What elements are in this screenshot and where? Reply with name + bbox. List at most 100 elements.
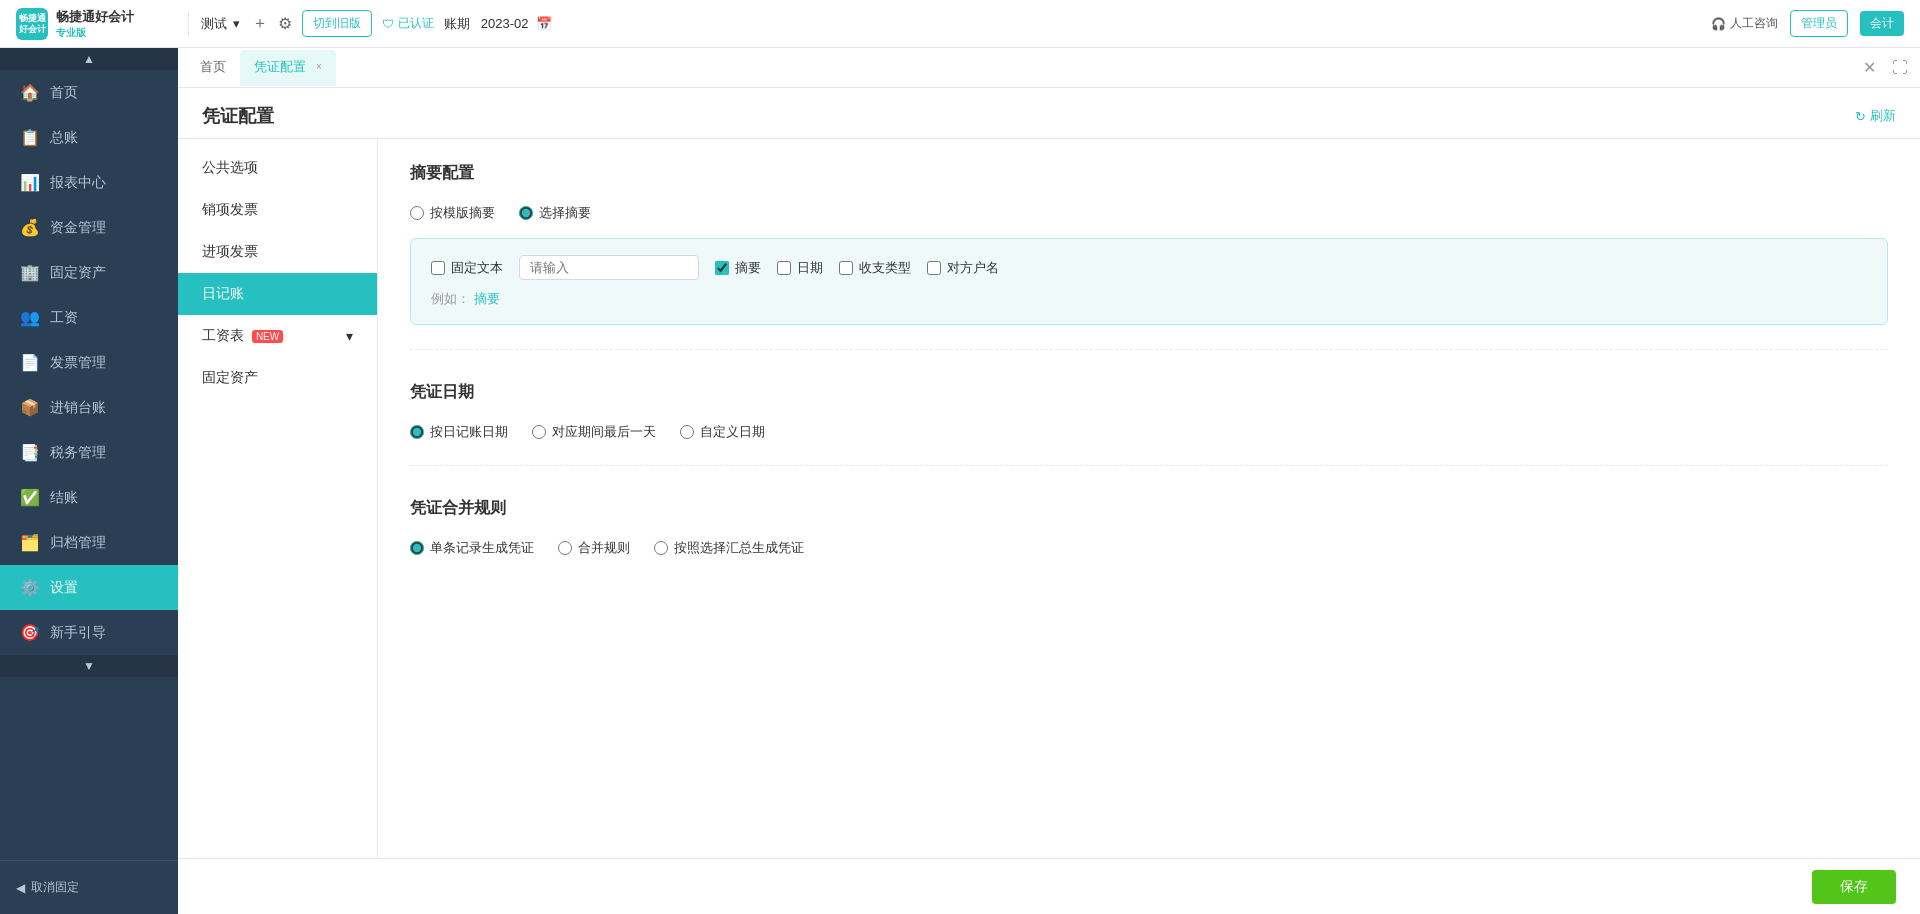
sidebar-item-payroll[interactable]: 👥 工资: [0, 295, 178, 340]
main-layout: ▲ 🏠 首页 📋 总账 📊 报表中心 💰 资金管理 🏢 固定资产 👥 工资 📄 …: [0, 48, 1920, 914]
project-name: 测试: [201, 15, 227, 33]
sidebar-item-newbie-guide[interactable]: 🎯 新手引导: [0, 610, 178, 655]
fixed-text-input[interactable]: [519, 255, 699, 280]
inner-layout: 公共选项 销项发票 进项发票 日记账 工资表: [178, 139, 1920, 858]
summary-checkbox-label[interactable]: 摘要: [715, 259, 761, 277]
sidebar-item-label: 报表中心: [50, 174, 106, 192]
switch-old-btn[interactable]: 切到旧版: [302, 10, 372, 37]
merge-rules-radio-group: 单条记录生成凭证 合并规则 按照选择汇总生成凭证: [410, 539, 1888, 557]
settlement-icon: ✅: [20, 488, 40, 507]
summary-config-title: 摘要配置: [410, 163, 1888, 184]
add-icon[interactable]: ＋: [252, 13, 268, 34]
tab-bar-right: ✕ ⛶: [1859, 54, 1912, 81]
unpin-btn[interactable]: ◀ 取消固定: [0, 869, 178, 906]
close-window-btn[interactable]: ✕: [1859, 54, 1880, 81]
payroll-table-row: 工资表 NEW ▾: [202, 327, 353, 345]
consult-btn[interactable]: 🎧 人工咨询: [1711, 15, 1778, 32]
summary-select-radio[interactable]: [519, 206, 533, 220]
sidebar-item-sales-purchase[interactable]: 📦 进销台账: [0, 385, 178, 430]
right-content: 摘要配置 按模版摘要 选择摘要: [378, 139, 1920, 858]
page-title: 凭证配置: [202, 104, 274, 128]
journal-date-radio[interactable]: [410, 425, 424, 439]
left-nav-purchase-invoice[interactable]: 进项发票: [178, 231, 377, 273]
left-nav-journal[interactable]: 日记账: [178, 273, 377, 315]
sidebar-bottom: ◀ 取消固定: [0, 860, 178, 914]
journal-date-radio-label[interactable]: 按日记账日期: [410, 423, 508, 441]
left-nav-public[interactable]: 公共选项: [178, 147, 377, 189]
sidebar-scroll-down[interactable]: ▼: [0, 655, 178, 677]
voucher-date-radio-group: 按日记账日期 对应期间最后一天 自定义日期: [410, 423, 1888, 441]
home-icon: 🏠: [20, 83, 40, 102]
admin-btn[interactable]: 管理员: [1790, 10, 1848, 37]
left-nav-payroll-table[interactable]: 工资表 NEW ▾: [178, 315, 377, 357]
example-value: 摘要: [474, 291, 500, 306]
voucher-date-title: 凭证日期: [410, 382, 1888, 403]
sidebar-scroll-up[interactable]: ▲: [0, 48, 178, 70]
sidebar-item-label: 发票管理: [50, 354, 106, 372]
sidebar-item-fixed-assets[interactable]: 🏢 固定资产: [0, 250, 178, 295]
new-badge: NEW: [252, 330, 283, 343]
sales-purchase-icon: 📦: [20, 398, 40, 417]
fixed-text-checkbox[interactable]: [431, 261, 445, 275]
date-checkbox[interactable]: [777, 261, 791, 275]
save-btn[interactable]: 保存: [1812, 870, 1896, 904]
maximize-btn[interactable]: ⛶: [1888, 55, 1912, 81]
merge-radio[interactable]: [558, 541, 572, 555]
left-nav-sales-invoice[interactable]: 销项发票: [178, 189, 377, 231]
sidebar-item-label: 结账: [50, 489, 78, 507]
topbar: 畅捷通好会计 畅捷通好会计 专业版 测试 ▾ ＋ ⚙ 切到旧版 🛡 已认证 账期…: [0, 0, 1920, 48]
single-radio[interactable]: [410, 541, 424, 555]
payment-type-checkbox-label[interactable]: 收支类型: [839, 259, 911, 277]
voucher-date-section: 凭证日期 按日记账日期 对应期间最后一天: [410, 382, 1888, 466]
counterparty-checkbox-label[interactable]: 对方户名: [927, 259, 999, 277]
sidebar-item-reports[interactable]: 📊 报表中心: [0, 160, 178, 205]
sidebar-item-settings[interactable]: ⚙️ 设置: [0, 565, 178, 610]
custom-date-radio-label[interactable]: 自定义日期: [680, 423, 765, 441]
settings-icon[interactable]: ⚙: [278, 14, 292, 33]
select-summary-radio[interactable]: [654, 541, 668, 555]
select-summary-radio-label[interactable]: 按照选择汇总生成凭证: [654, 539, 804, 557]
fixed-text-checkbox-label[interactable]: 固定文本: [431, 259, 503, 277]
refresh-btn[interactable]: ↻ 刷新: [1855, 107, 1896, 125]
sidebar-item-funds[interactable]: 💰 资金管理: [0, 205, 178, 250]
sidebar-item-label: 进销台账: [50, 399, 106, 417]
sidebar-item-label: 首页: [50, 84, 78, 102]
ledger-icon: 📋: [20, 128, 40, 147]
tab-home-label: 首页: [200, 58, 226, 76]
tab-voucher-config[interactable]: 凭证配置 ×: [240, 50, 336, 86]
fixed-assets-icon: 🏢: [20, 263, 40, 282]
last-day-radio[interactable]: [532, 425, 546, 439]
custom-date-radio[interactable]: [680, 425, 694, 439]
company-sub: 专业版: [56, 26, 134, 40]
single-radio-label[interactable]: 单条记录生成凭证: [410, 539, 534, 557]
sidebar-item-ledger[interactable]: 📋 总账: [0, 115, 178, 160]
last-day-radio-label[interactable]: 对应期间最后一天: [532, 423, 656, 441]
project-selector[interactable]: 测试 ▾: [201, 15, 240, 33]
verified-badge: 🛡 已认证: [382, 15, 434, 32]
date-checkbox-label[interactable]: 日期: [777, 259, 823, 277]
tab-home[interactable]: 首页: [186, 50, 240, 86]
summary-template-radio-label[interactable]: 按模版摘要: [410, 204, 495, 222]
sidebar-item-archive-mgmt[interactable]: 🗂️ 归档管理: [0, 520, 178, 565]
sidebar-item-home[interactable]: 🏠 首页: [0, 70, 178, 115]
tab-close-icon[interactable]: ×: [316, 61, 322, 72]
topbar-right: 🎧 人工咨询 管理员 会计: [1711, 10, 1904, 37]
summary-radio-group: 按模版摘要 选择摘要: [410, 204, 1888, 222]
example-label: 例如：: [431, 291, 470, 306]
summary-select-radio-label[interactable]: 选择摘要: [519, 204, 591, 222]
tab-bar: 首页 凭证配置 × ✕ ⛶: [178, 48, 1920, 88]
sidebar-item-tax-mgmt[interactable]: 📑 税务管理: [0, 430, 178, 475]
pin-icon: ◀: [16, 881, 25, 895]
summary-checkbox[interactable]: [715, 261, 729, 275]
summary-template-radio[interactable]: [410, 206, 424, 220]
payment-type-checkbox[interactable]: [839, 261, 853, 275]
sidebar-item-invoice-mgmt[interactable]: 📄 发票管理: [0, 340, 178, 385]
counterparty-checkbox[interactable]: [927, 261, 941, 275]
invoice-icon: 📄: [20, 353, 40, 372]
merge-radio-label[interactable]: 合并规则: [558, 539, 630, 557]
topbar-actions: ＋ ⚙ 切到旧版 🛡 已认证 账期 2023-02 📅: [252, 10, 552, 37]
sidebar-item-settlement[interactable]: ✅ 结账: [0, 475, 178, 520]
sidebar-item-label: 设置: [50, 579, 78, 597]
content-area: 首页 凭证配置 × ✕ ⛶ 凭证配置 ↻ 刷新: [178, 48, 1920, 914]
left-nav-fixed-assets[interactable]: 固定资产: [178, 357, 377, 399]
